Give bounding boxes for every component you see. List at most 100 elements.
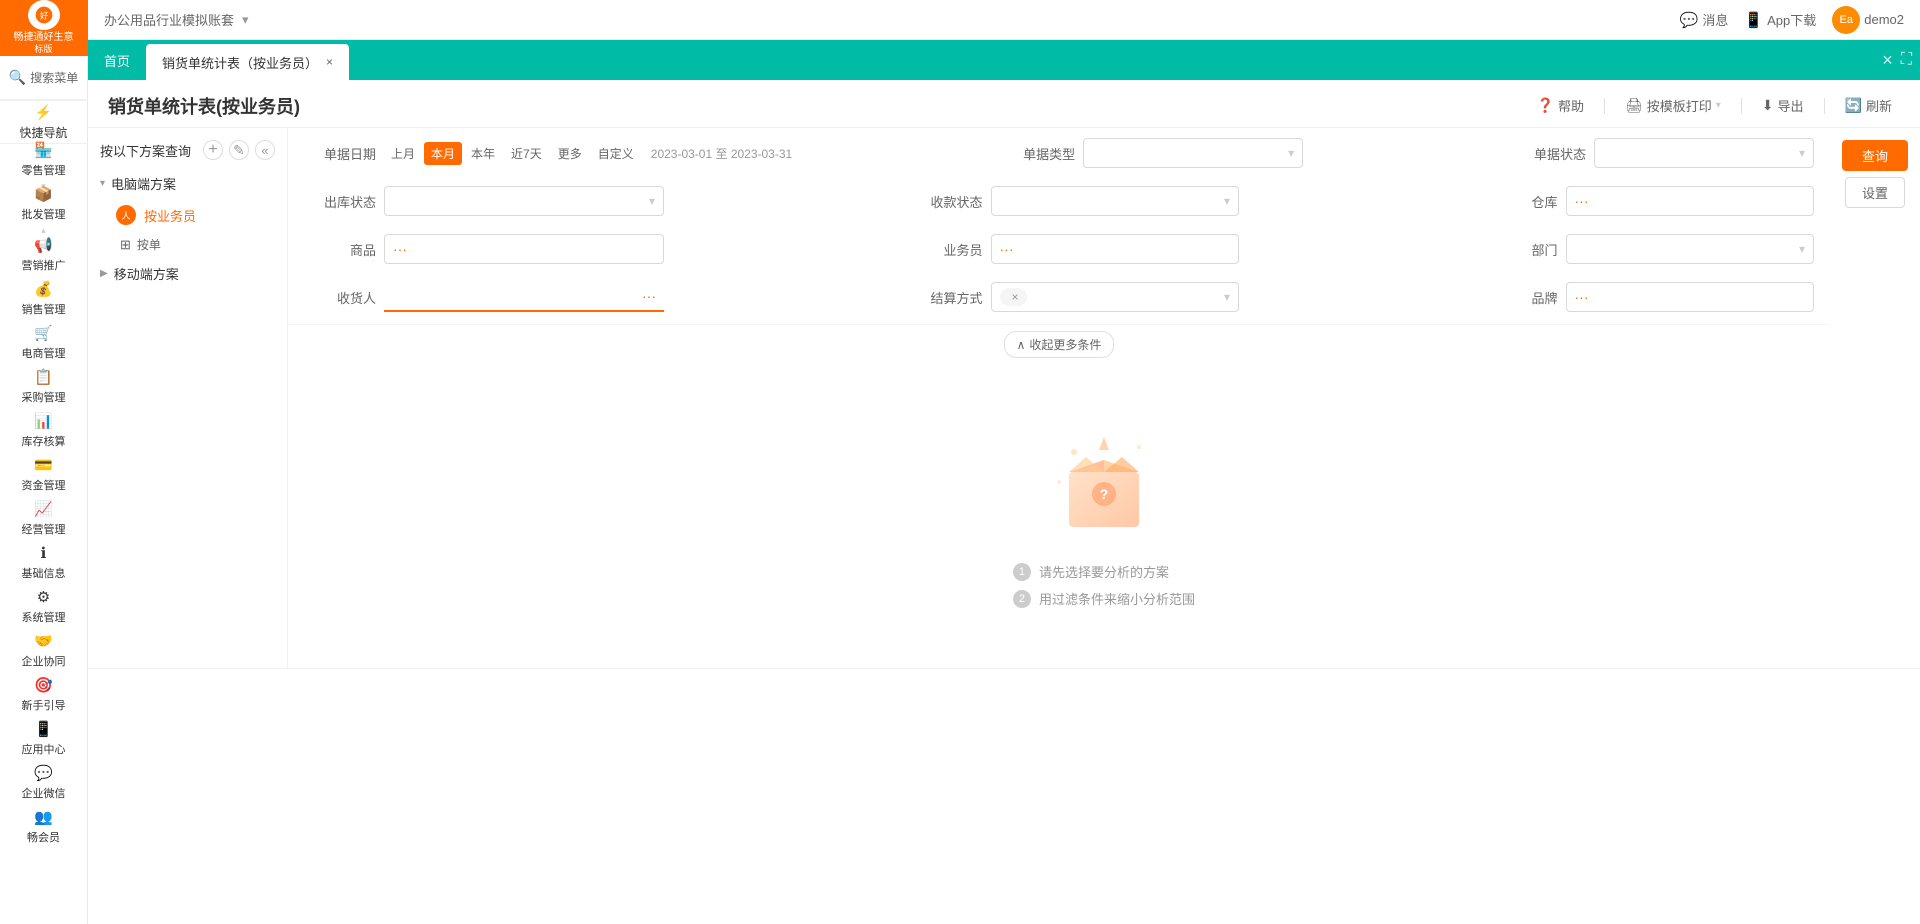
order-icon: ⊞ [120, 237, 131, 253]
sidebar-item-system[interactable]: ⚙ 系统管理 [0, 584, 88, 628]
export-btn[interactable]: ⬇ 导出 [1754, 92, 1812, 119]
settlement-clear-btn[interactable]: × [1012, 290, 1019, 304]
empty-tips: 1 请先选择要分析的方案 2 用过滤条件来缩小分析范围 [1013, 562, 1195, 608]
tab-close-icon[interactable]: × [326, 55, 333, 69]
receiver-dots[interactable]: ··· [642, 288, 656, 304]
sidebar-item-marketing[interactable]: 📢 营销推广 [0, 232, 88, 276]
settlement-tag: × [1000, 288, 1027, 306]
sidebar-item-retail[interactable]: 🏪 零售管理 ▾ [0, 144, 88, 188]
user-avatar-btn[interactable]: Ea demo2 [1832, 6, 1904, 34]
settlement-select[interactable]: × ▾ [991, 282, 1240, 312]
refresh-icon: 🔄 [1845, 97, 1862, 114]
salesperson-dots[interactable]: ··· [1000, 241, 1014, 257]
date-btn-7days[interactable]: 近7天 [504, 142, 549, 165]
sidebar-item-guide[interactable]: 🎯 新手引导 [0, 672, 88, 716]
tab-home[interactable]: 首页 [88, 40, 146, 80]
app-logo[interactable]: 好 畅捷通好生意标版 [0, 0, 88, 56]
brand-select[interactable]: ··· [1566, 282, 1815, 312]
help-label: 帮助 [1558, 96, 1584, 115]
receiver-input[interactable]: ··· [384, 282, 664, 312]
tab-maximize-area: × ⛶ [1882, 50, 1912, 71]
query-btn-wrap: 查询 设置 [1830, 128, 1920, 362]
cooperation-label: 企业协同 [22, 653, 66, 669]
sidebar-item-member[interactable]: 👥 畅会员 [0, 804, 88, 848]
refresh-btn[interactable]: 🔄 刷新 [1837, 92, 1900, 119]
message-icon: 💬 [1680, 11, 1699, 29]
sidebar-item-operations[interactable]: 📈 经营管理 [0, 496, 88, 540]
template-print-btn[interactable]: 🖨 按模板打印 ▾ [1617, 92, 1729, 119]
wholesale-label: 批发管理 [22, 206, 66, 222]
brand-dots[interactable]: ··· [1575, 289, 1589, 305]
goods-dots[interactable]: ··· [393, 241, 407, 257]
filter-row-4: 收货人 ··· 结算方式 × [288, 276, 1830, 312]
date-btn-more[interactable]: 更多 [551, 142, 589, 165]
search-menu-label: 搜索菜单 [30, 69, 78, 86]
collapse-bar: ∧ 收起更多条件 [288, 324, 1830, 362]
tab-bar: 首页 销货单统计表（按业务员） × × ⛶ [88, 40, 1920, 80]
search-menu[interactable]: 🔍 搜索菜单 [0, 56, 88, 100]
receiver-field[interactable] [392, 289, 642, 304]
member-icon: 👥 [34, 808, 53, 826]
sidebar-item-app-center[interactable]: 📱 应用中心 [0, 716, 88, 760]
ecommerce-label: 电商管理 [22, 345, 66, 361]
doc-type-select[interactable]: ▾ [1083, 138, 1303, 168]
sidebar-item-finance[interactable]: 💳 资金管理 [0, 452, 88, 496]
sidebar-item-ecommerce[interactable]: 🛒 电商管理 [0, 320, 88, 364]
sidebar-item-sales[interactable]: 💰 销售管理 [0, 276, 88, 320]
scheme-edit-btn[interactable]: ✎ [229, 140, 249, 160]
message-label: 消息 [1702, 10, 1728, 29]
workspace-dropdown-icon[interactable]: ▾ [242, 12, 249, 28]
help-btn[interactable]: ❓ 帮助 [1529, 92, 1592, 119]
sidebar-item-cooperation[interactable]: 🤝 企业协同 [0, 628, 88, 672]
receipt-status-chevron: ▾ [1224, 194, 1230, 208]
sidebar-item-inventory[interactable]: 📊 库存核算 [0, 408, 88, 452]
scheme-item-salesperson[interactable]: 人 按业务员 [88, 199, 287, 231]
quick-nav[interactable]: ⚡ 快捷导航 [0, 100, 88, 144]
message-btn[interactable]: 💬 消息 [1680, 10, 1729, 29]
close-window-icon[interactable]: × [1882, 50, 1893, 71]
scheme-add-btn[interactable]: + [203, 140, 223, 160]
content-area: 销货单统计表(按业务员) ❓ 帮助 🖨 按模板打印 ▾ ⬇ [88, 80, 1920, 924]
maximize-icon[interactable]: ⛶ [1901, 51, 1912, 69]
sidebar-item-purchase[interactable]: 📋 采购管理 [0, 364, 88, 408]
scheme-mobile-group-title[interactable]: ▶ 移动端方案 [88, 258, 287, 289]
order-label: 按单 [137, 236, 161, 253]
query-btn[interactable]: 查询 [1842, 140, 1908, 171]
wholesale-icon: 📦 [34, 185, 53, 203]
main-area: 办公用品行业模拟账套 ▾ 💬 消息 📱 App下载 Ea demo2 首页 [88, 0, 1920, 924]
divider2 [1741, 98, 1742, 114]
date-btn-this-year[interactable]: 本年 [464, 142, 502, 165]
receipt-status-select[interactable]: ▾ [991, 186, 1240, 216]
filter-section: 单据日期 上月 本月 本年 近7天 更多 自定义 [288, 128, 1830, 362]
date-btn-custom[interactable]: 自定义 [591, 142, 641, 165]
salesperson-scheme-icon: 人 [116, 205, 136, 225]
page: 销货单统计表(按业务员) ❓ 帮助 🖨 按模板打印 ▾ ⬇ [88, 80, 1920, 924]
out-status-select[interactable]: ▾ [384, 186, 664, 216]
quick-nav-label: 快捷导航 [19, 124, 67, 141]
salesperson-select[interactable]: ··· [991, 234, 1240, 264]
date-btn-last-month[interactable]: 上月 [384, 142, 422, 165]
scheme-mobile-group: ▶ 移动端方案 [88, 258, 287, 289]
warehouse-dots[interactable]: ··· [1575, 193, 1589, 209]
date-btn-this-month[interactable]: 本月 [424, 142, 462, 165]
doc-status-select[interactable]: ▾ [1594, 138, 1814, 168]
goods-select[interactable]: ··· [384, 234, 664, 264]
settings-btn[interactable]: 设置 [1845, 177, 1905, 208]
scheme-collapse-btn[interactable]: « [255, 140, 275, 160]
filter-and-query: 单据日期 上月 本月 本年 近7天 更多 自定义 [288, 128, 1920, 362]
brand-label: 品牌 [1486, 288, 1558, 307]
collapse-btn[interactable]: ∧ 收起更多条件 [1004, 331, 1115, 358]
tip-text-1: 请先选择要分析的方案 [1039, 562, 1169, 581]
warehouse-select[interactable]: ··· [1566, 186, 1815, 216]
basic-info-icon: ℹ [41, 544, 47, 562]
scheme-subitem-order[interactable]: ⊞ 按单 [88, 231, 287, 258]
basic-info-label: 基础信息 [22, 565, 66, 581]
app-download-btn[interactable]: 📱 App下载 [1744, 10, 1816, 29]
sidebar-item-wechat[interactable]: 💬 企业微信 [0, 760, 88, 804]
tab-sales-report[interactable]: 销货单统计表（按业务员） × [146, 44, 349, 80]
sidebar-item-basic-info[interactable]: ℹ 基础信息 [0, 540, 88, 584]
department-select[interactable]: ▾ [1566, 234, 1815, 264]
scheme-desktop-group-title[interactable]: ▾ 电脑端方案 [88, 168, 287, 199]
wechat-label: 企业微信 [22, 785, 66, 801]
sidebar-item-wholesale[interactable]: 📦 批发管理 ▴ [0, 188, 88, 232]
